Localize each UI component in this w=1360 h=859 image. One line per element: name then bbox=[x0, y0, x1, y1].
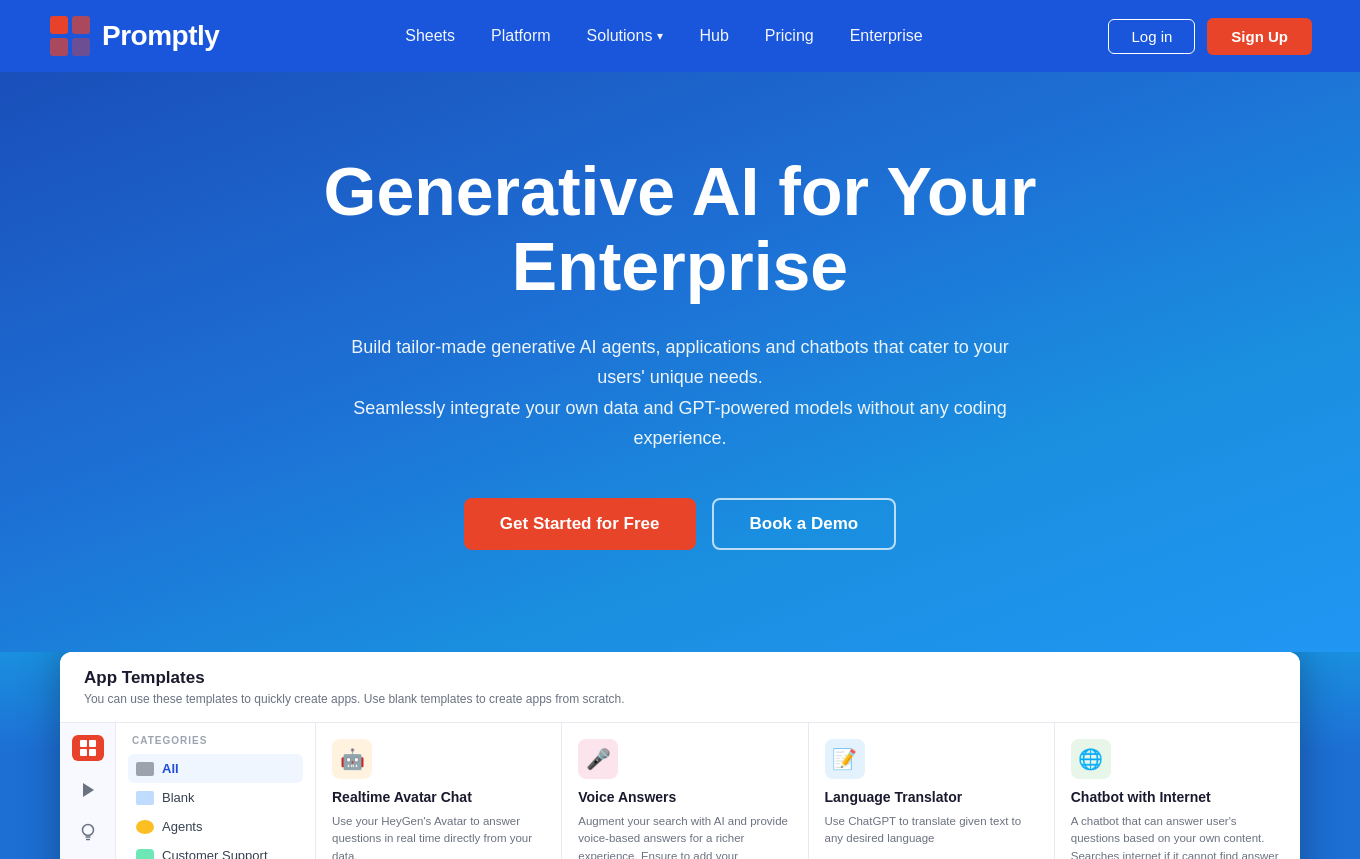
template-desc-2: Use ChatGPT to translate given text to a… bbox=[825, 813, 1038, 848]
svg-rect-6 bbox=[80, 749, 87, 756]
sidebar-icon-grid[interactable] bbox=[72, 735, 104, 761]
navbar-actions: Log in Sign Up bbox=[1108, 18, 1312, 55]
template-icon-chatbot: 🌐 bbox=[1071, 739, 1111, 779]
category-all[interactable]: All bbox=[128, 754, 303, 783]
template-desc-1: Augment your search with AI and provide … bbox=[578, 813, 791, 859]
signup-button[interactable]: Sign Up bbox=[1207, 18, 1312, 55]
svg-rect-0 bbox=[50, 16, 68, 34]
categories-label: CATEGORIES bbox=[128, 735, 303, 746]
nav-enterprise[interactable]: Enterprise bbox=[850, 27, 923, 45]
template-card-translator[interactable]: 📝 Language Translator Use ChatGPT to tra… bbox=[809, 723, 1055, 859]
book-demo-button[interactable]: Book a Demo bbox=[712, 498, 897, 550]
nav-solutions[interactable]: Solutions ▾ bbox=[587, 27, 664, 45]
preview-sidebar bbox=[60, 723, 116, 859]
logo[interactable]: Promptly bbox=[48, 14, 219, 58]
category-support-icon bbox=[136, 849, 154, 860]
nav-platform[interactable]: Platform bbox=[491, 27, 551, 45]
template-title-2: Language Translator bbox=[825, 789, 1038, 805]
sidebar-icon-lightbulb[interactable] bbox=[72, 819, 104, 845]
template-icon-translator: 📝 bbox=[825, 739, 865, 779]
template-title-1: Voice Answers bbox=[578, 789, 791, 805]
template-card-avatar-chat[interactable]: 🤖 Realtime Avatar Chat Use your HeyGen's… bbox=[316, 723, 562, 859]
template-desc-3: A chatbot that can answer user's questio… bbox=[1071, 813, 1284, 859]
preview-body: CATEGORIES All Blank Agents Customer Sup… bbox=[60, 723, 1300, 859]
template-icon-voice: 🎤 bbox=[578, 739, 618, 779]
grid-icon bbox=[79, 739, 97, 757]
hero-title: Generative AI for Your Enterprise bbox=[324, 154, 1037, 304]
sidebar-icon-play[interactable] bbox=[72, 777, 104, 803]
svg-rect-1 bbox=[72, 16, 90, 34]
template-title-0: Realtime Avatar Chat bbox=[332, 789, 545, 805]
get-started-button[interactable]: Get Started for Free bbox=[464, 498, 696, 550]
template-card-voice[interactable]: 🎤 Voice Answers Augment your search with… bbox=[562, 723, 808, 859]
categories-panel: CATEGORIES All Blank Agents Customer Sup… bbox=[116, 723, 316, 859]
nav-pricing[interactable]: Pricing bbox=[765, 27, 814, 45]
template-desc-0: Use your HeyGen's Avatar to answer quest… bbox=[332, 813, 545, 859]
nav-sheets[interactable]: Sheets bbox=[405, 27, 455, 45]
svg-rect-3 bbox=[72, 38, 90, 56]
svg-rect-4 bbox=[80, 740, 87, 747]
templates-grid: 🤖 Realtime Avatar Chat Use your HeyGen's… bbox=[316, 723, 1300, 859]
preview-subtitle: You can use these templates to quickly c… bbox=[84, 692, 1276, 706]
app-preview-section: App Templates You can use these template… bbox=[0, 652, 1360, 859]
play-icon bbox=[81, 782, 95, 798]
nav-hub[interactable]: Hub bbox=[699, 27, 728, 45]
preview-window: App Templates You can use these template… bbox=[60, 652, 1300, 859]
svg-point-9 bbox=[82, 825, 93, 836]
category-agents[interactable]: Agents bbox=[128, 812, 303, 841]
template-card-chatbot[interactable]: 🌐 Chatbot with Internet A chatbot that c… bbox=[1055, 723, 1300, 859]
svg-marker-8 bbox=[83, 783, 94, 797]
hero-cta-group: Get Started for Free Book a Demo bbox=[464, 498, 896, 550]
template-title-3: Chatbot with Internet bbox=[1071, 789, 1284, 805]
category-all-icon bbox=[136, 762, 154, 776]
category-blank[interactable]: Blank bbox=[128, 783, 303, 812]
logo-text: Promptly bbox=[102, 20, 219, 52]
nav-menu: Sheets Platform Solutions ▾ Hub Pricing … bbox=[405, 27, 922, 45]
category-blank-icon bbox=[136, 791, 154, 805]
hero-subtitle: Build tailor-made generative AI agents, … bbox=[330, 332, 1030, 454]
login-button[interactable]: Log in bbox=[1108, 19, 1195, 54]
preview-title: App Templates bbox=[84, 668, 1276, 688]
logo-icon bbox=[48, 14, 92, 58]
lightbulb-icon bbox=[80, 823, 96, 841]
navbar: Promptly Sheets Platform Solutions ▾ Hub… bbox=[0, 0, 1360, 72]
preview-header: App Templates You can use these template… bbox=[60, 652, 1300, 723]
category-agents-icon bbox=[136, 820, 154, 834]
svg-rect-7 bbox=[89, 749, 96, 756]
svg-rect-5 bbox=[89, 740, 96, 747]
svg-rect-2 bbox=[50, 38, 68, 56]
category-support[interactable]: Customer Support bbox=[128, 841, 303, 859]
chevron-down-icon: ▾ bbox=[657, 29, 663, 43]
template-icon-avatar: 🤖 bbox=[332, 739, 372, 779]
hero-section: Generative AI for Your Enterprise Build … bbox=[0, 72, 1360, 652]
